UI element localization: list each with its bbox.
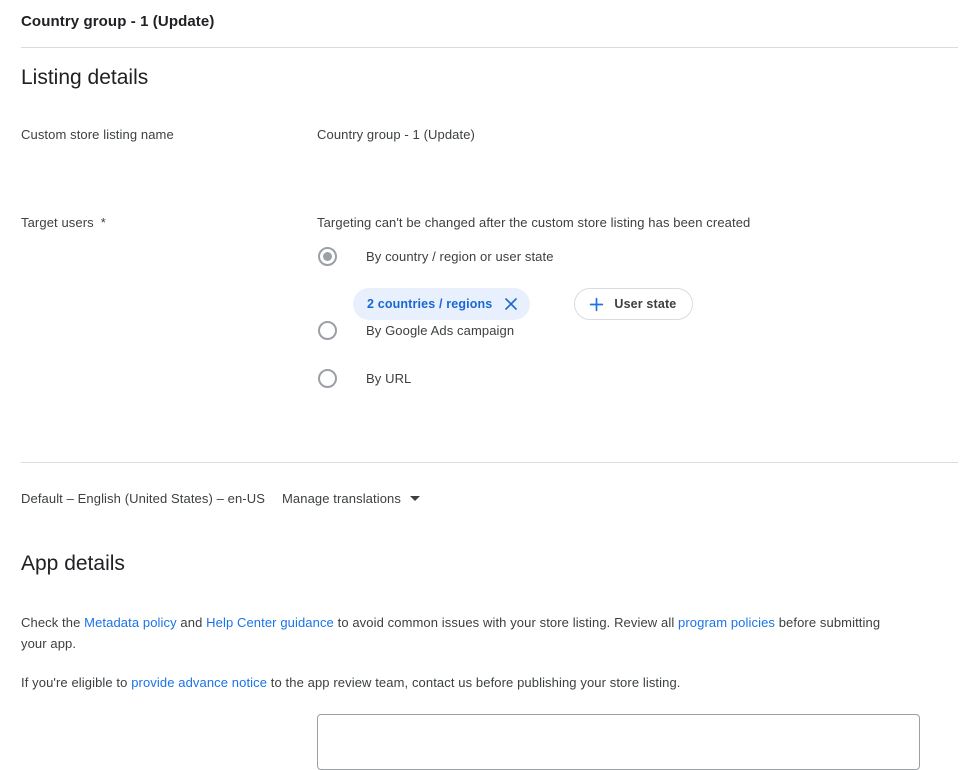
section-divider xyxy=(21,462,958,463)
chevron-down-icon xyxy=(410,496,420,501)
radio-button-icon-selected[interactable] xyxy=(318,247,337,266)
default-language-label: Default – English (United States) – en-U… xyxy=(21,491,265,506)
radio-option-by-country-region[interactable]: By country / region or user state xyxy=(317,243,554,269)
advance-text-2: to the app review team, contact us befor… xyxy=(267,675,680,690)
radio-label-by-google-ads-campaign: By Google Ads campaign xyxy=(366,323,514,338)
required-asterisk: * xyxy=(101,215,106,230)
page-title: Country group - 1 (Update) xyxy=(21,13,214,30)
plus-icon xyxy=(588,296,604,312)
add-user-state-button[interactable]: User state xyxy=(574,288,693,320)
close-icon[interactable] xyxy=(503,296,519,312)
metadata-policy-link[interactable]: Metadata policy xyxy=(84,615,177,630)
chip-countries-regions[interactable]: 2 countries / regions xyxy=(353,288,530,320)
policies-text-2: and xyxy=(177,615,206,630)
header-divider xyxy=(21,47,958,48)
target-chips-row: 2 countries / regions User state xyxy=(353,288,693,320)
radio-option-by-url[interactable]: By URL xyxy=(317,365,554,391)
app-details-heading: App details xyxy=(21,552,125,576)
provide-advance-notice-link[interactable]: provide advance notice xyxy=(131,675,267,690)
program-policies-link[interactable]: program policies xyxy=(678,615,775,630)
custom-store-listing-page: Country group - 1 (Update) Listing detai… xyxy=(0,0,961,729)
radio-button-icon-unselected-ads[interactable] xyxy=(318,321,337,340)
custom-store-listing-name-value: Country group - 1 (Update) xyxy=(317,127,475,142)
radio-button-icon-unselected-url[interactable] xyxy=(318,369,337,388)
listing-details-heading: Listing details xyxy=(21,66,148,90)
policies-paragraph: Check the Metadata policy and Help Cente… xyxy=(21,612,901,654)
chip-countries-regions-label: 2 countries / regions xyxy=(367,297,492,311)
translations-bar: Default – English (United States) – en-U… xyxy=(21,491,420,506)
radio-label-by-url: By URL xyxy=(366,371,411,386)
target-users-label-text: Target users xyxy=(21,215,94,230)
advance-text-1: If you're eligible to xyxy=(21,675,131,690)
targeting-note: Targeting can't be changed after the cus… xyxy=(317,215,750,230)
add-user-state-label: User state xyxy=(614,297,676,311)
help-center-guidance-link[interactable]: Help Center guidance xyxy=(206,615,334,630)
policies-text-3: to avoid common issues with your store l… xyxy=(334,615,678,630)
advance-notice-paragraph: If you're eligible to provide advance no… xyxy=(21,672,901,693)
radio-option-by-google-ads-campaign[interactable]: By Google Ads campaign xyxy=(317,317,554,343)
policies-text-1: Check the xyxy=(21,615,84,630)
target-users-radio-group: By country / region or user state By Goo… xyxy=(317,243,554,413)
custom-store-listing-name-label: Custom store listing name xyxy=(21,127,174,142)
app-name-input-partial[interactable] xyxy=(317,714,920,770)
manage-translations-button[interactable]: Manage translations xyxy=(282,491,420,506)
radio-label-by-country-region: By country / region or user state xyxy=(366,249,554,264)
manage-translations-label: Manage translations xyxy=(282,491,401,506)
target-users-label: Target users * xyxy=(21,215,106,230)
